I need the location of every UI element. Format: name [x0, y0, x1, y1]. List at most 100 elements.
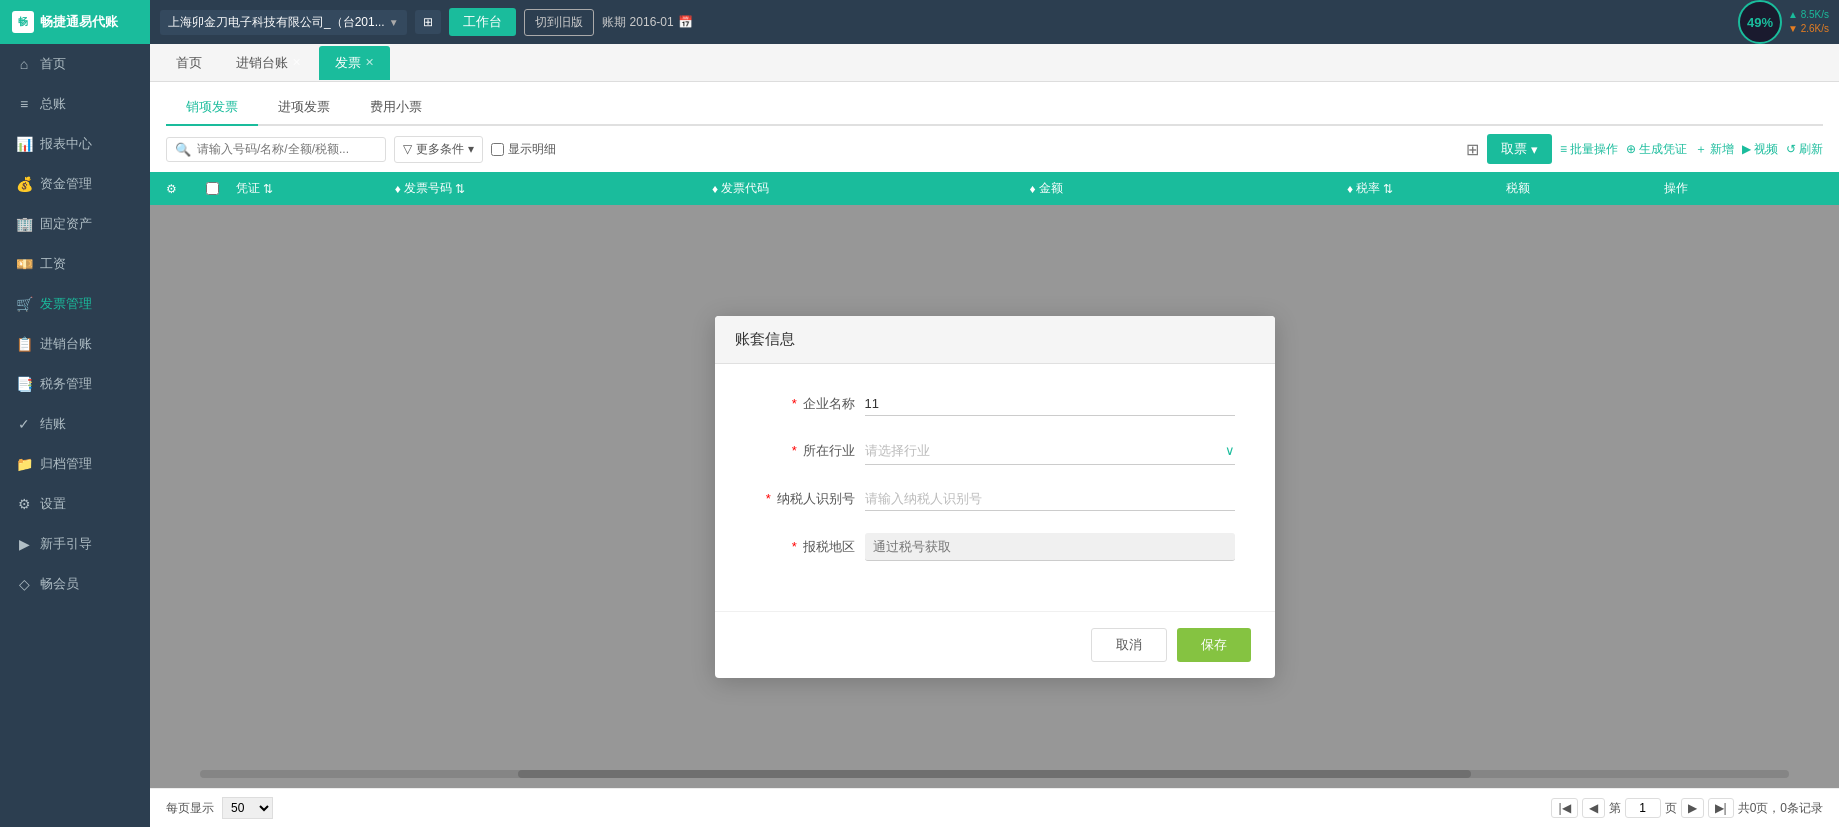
sub-tab-expense[interactable]: 费用小票 — [350, 90, 442, 126]
form-row-tax-id: * 纳税人识别号 — [755, 487, 1235, 511]
archive-icon: 📁 — [16, 456, 32, 472]
guide-icon: ▶ — [16, 536, 32, 552]
batch-op-button[interactable]: ≡ 批量操作 — [1560, 141, 1618, 158]
sidebar-item-label: 工资 — [40, 255, 66, 273]
close-purchase-tab-icon[interactable]: ✕ — [292, 56, 301, 69]
modal-title: 账套信息 — [715, 316, 1275, 364]
last-page-button[interactable]: ▶| — [1708, 798, 1734, 818]
company-name: 上海卯金刀电子科技有限公司_（台201... — [168, 14, 385, 31]
sidebar-item-label: 总账 — [40, 95, 66, 113]
sidebar-item-reports[interactable]: 📊 报表中心 — [0, 124, 150, 164]
ledger-icon: ≡ — [16, 96, 32, 112]
sidebar: 畅 畅捷通易代账 ⌂ 首页 ≡ 总账 📊 报表中心 💰 资金管理 🏢 固定资产 … — [0, 0, 150, 827]
next-page-button[interactable]: ▶ — [1681, 798, 1704, 818]
gen-voucher-button[interactable]: ⊕ 生成凭证 — [1626, 141, 1687, 158]
close-invoice-tab-icon[interactable]: ✕ — [365, 56, 374, 69]
voucher-icon: ⊕ — [1626, 142, 1636, 156]
tax-id-label: * 纳税人识别号 — [755, 490, 855, 508]
col-invoice-code: ♦ 发票代码 — [712, 180, 1029, 197]
settings-icon: ⚙ — [16, 496, 32, 512]
first-page-button[interactable]: |◀ — [1551, 798, 1577, 818]
industry-dropdown-icon[interactable]: ∨ — [1225, 443, 1235, 458]
sidebar-item-guide[interactable]: ▶ 新手引导 — [0, 524, 150, 564]
per-page-select[interactable]: 50 100 200 — [222, 797, 273, 819]
add-icon: ＋ — [1695, 141, 1707, 158]
chevron-down-icon: ▼ — [389, 17, 399, 28]
settings-col-icon[interactable]: ⚙ — [166, 182, 177, 196]
sidebar-item-label: 进销台账 — [40, 335, 92, 353]
sidebar-item-assets[interactable]: 🏢 固定资产 — [0, 204, 150, 244]
topbar: 上海卯金刀电子科技有限公司_（台201... ▼ ⊞ 工作台 切到旧版 账期 2… — [150, 0, 1839, 44]
col-invoice-no: ♦ 发票号码 ⇅ — [395, 180, 712, 197]
sort-tax-rate-icon[interactable]: ⇅ — [1383, 182, 1393, 196]
sub-tab-sales[interactable]: 销项发票 — [166, 90, 258, 126]
reports-icon: 📊 — [16, 136, 32, 152]
sidebar-item-payroll[interactable]: 💴 工资 — [0, 244, 150, 284]
company-name-input[interactable] — [865, 392, 1235, 416]
sidebar-item-label: 畅会员 — [40, 575, 79, 593]
prev-page-button[interactable]: ◀ — [1582, 798, 1605, 818]
new-button[interactable]: ＋ 新增 — [1695, 141, 1734, 158]
right-toolbar: ⊞ 取票 ▾ ≡ 批量操作 ⊕ 生成凭证 ＋ 新增 ▶ — [1466, 134, 1823, 164]
pagination-controls: |◀ ◀ 第 页 ▶ ▶| 共0页，0条记录 — [1551, 798, 1823, 818]
topbar-right: 49% ▲ 8.5K/s ▼ 2.6K/s — [1738, 0, 1829, 44]
finance-icon: 💰 — [16, 176, 32, 192]
sort-icon3: ♦ — [1030, 182, 1036, 196]
sidebar-item-tax[interactable]: 📑 税务管理 — [0, 364, 150, 404]
tab-purchase[interactable]: 进销台账 ✕ — [220, 46, 317, 80]
tab-home[interactable]: 首页 — [160, 46, 218, 80]
company-selector[interactable]: 上海卯金刀电子科技有限公司_（台201... ▼ — [160, 10, 407, 35]
sidebar-item-home[interactable]: ⌂ 首页 — [0, 44, 150, 84]
modal-body: * 企业名称 * 所在行业 请选择行业 — [715, 364, 1275, 611]
select-all-checkbox[interactable] — [206, 182, 219, 195]
speed-info: ▲ 8.5K/s ▼ 2.6K/s — [1788, 8, 1829, 36]
batch-icon: ≡ — [1560, 142, 1567, 156]
purchase-icon: 📋 — [16, 336, 32, 352]
search-box: 🔍 — [166, 137, 386, 162]
tax-region-input — [865, 533, 1235, 561]
sidebar-item-label: 报表中心 — [40, 135, 92, 153]
chevron-down-icon: ▾ — [1531, 142, 1538, 157]
sort-voucher-icon[interactable]: ⇅ — [263, 182, 273, 196]
period-label: 账期 — [602, 14, 626, 31]
page-input[interactable] — [1625, 798, 1661, 818]
workbench-button[interactable]: 工作台 — [449, 8, 516, 36]
switch-old-button[interactable]: 切到旧版 — [524, 9, 594, 36]
tax-icon: 📑 — [16, 376, 32, 392]
sort-invoice-no-icon[interactable]: ⇅ — [455, 182, 465, 196]
search-input[interactable] — [197, 142, 377, 156]
save-button[interactable]: 保存 — [1177, 628, 1251, 662]
period-value: 2016-01 — [630, 15, 674, 29]
sidebar-item-closing[interactable]: ✓ 结账 — [0, 404, 150, 444]
industry-label: * 所在行业 — [755, 442, 855, 460]
bottom-bar: 每页显示 50 100 200 |◀ ◀ 第 页 ▶ ▶| 共0页，0条记录 — [150, 788, 1839, 827]
sidebar-item-purchase[interactable]: 📋 进销台账 — [0, 324, 150, 364]
video-button[interactable]: ▶ 视频 — [1742, 141, 1778, 158]
show-detail-checkbox[interactable]: 显示明细 — [491, 141, 556, 158]
sidebar-item-finance[interactable]: 💰 资金管理 — [0, 164, 150, 204]
sidebar-item-member[interactable]: ◇ 畅会员 — [0, 564, 150, 604]
closing-icon: ✓ — [16, 416, 32, 432]
sidebar-item-ledger[interactable]: ≡ 总账 — [0, 84, 150, 124]
show-detail-input[interactable] — [491, 143, 504, 156]
industry-select[interactable]: 请选择行业 ∨ — [865, 438, 1235, 465]
grid-view-button[interactable]: ⊞ — [1466, 140, 1479, 159]
copy-button[interactable]: ⊞ — [415, 10, 441, 34]
tax-id-input[interactable] — [865, 487, 1235, 511]
filter-button[interactable]: ▽ 更多条件 ▾ — [394, 136, 483, 163]
ticket-button[interactable]: 取票 ▾ — [1487, 134, 1552, 164]
cancel-button[interactable]: 取消 — [1091, 628, 1167, 662]
refresh-button[interactable]: ↺ 刷新 — [1786, 141, 1823, 158]
tab-invoice[interactable]: 发票 ✕ — [319, 46, 390, 80]
toolbar: 🔍 ▽ 更多条件 ▾ 显示明细 ⊞ 取票 ▾ ≡ 批量操作 — [150, 126, 1839, 172]
account-info-modal: 账套信息 * 企业名称 * — [715, 316, 1275, 678]
sub-tab-purchase[interactable]: 进项发票 — [258, 90, 350, 126]
sidebar-item-archive[interactable]: 📁 归档管理 — [0, 444, 150, 484]
page-suffix: 页 — [1665, 800, 1677, 817]
col-settings: ⚙ — [166, 182, 206, 196]
home-icon: ⌂ — [16, 56, 32, 72]
company-name-label: * 企业名称 — [755, 395, 855, 413]
page-tabs: 首页 进销台账 ✕ 发票 ✕ — [150, 44, 1839, 82]
sidebar-item-settings[interactable]: ⚙ 设置 — [0, 484, 150, 524]
sidebar-item-invoice[interactable]: 🛒 发票管理 — [0, 284, 150, 324]
